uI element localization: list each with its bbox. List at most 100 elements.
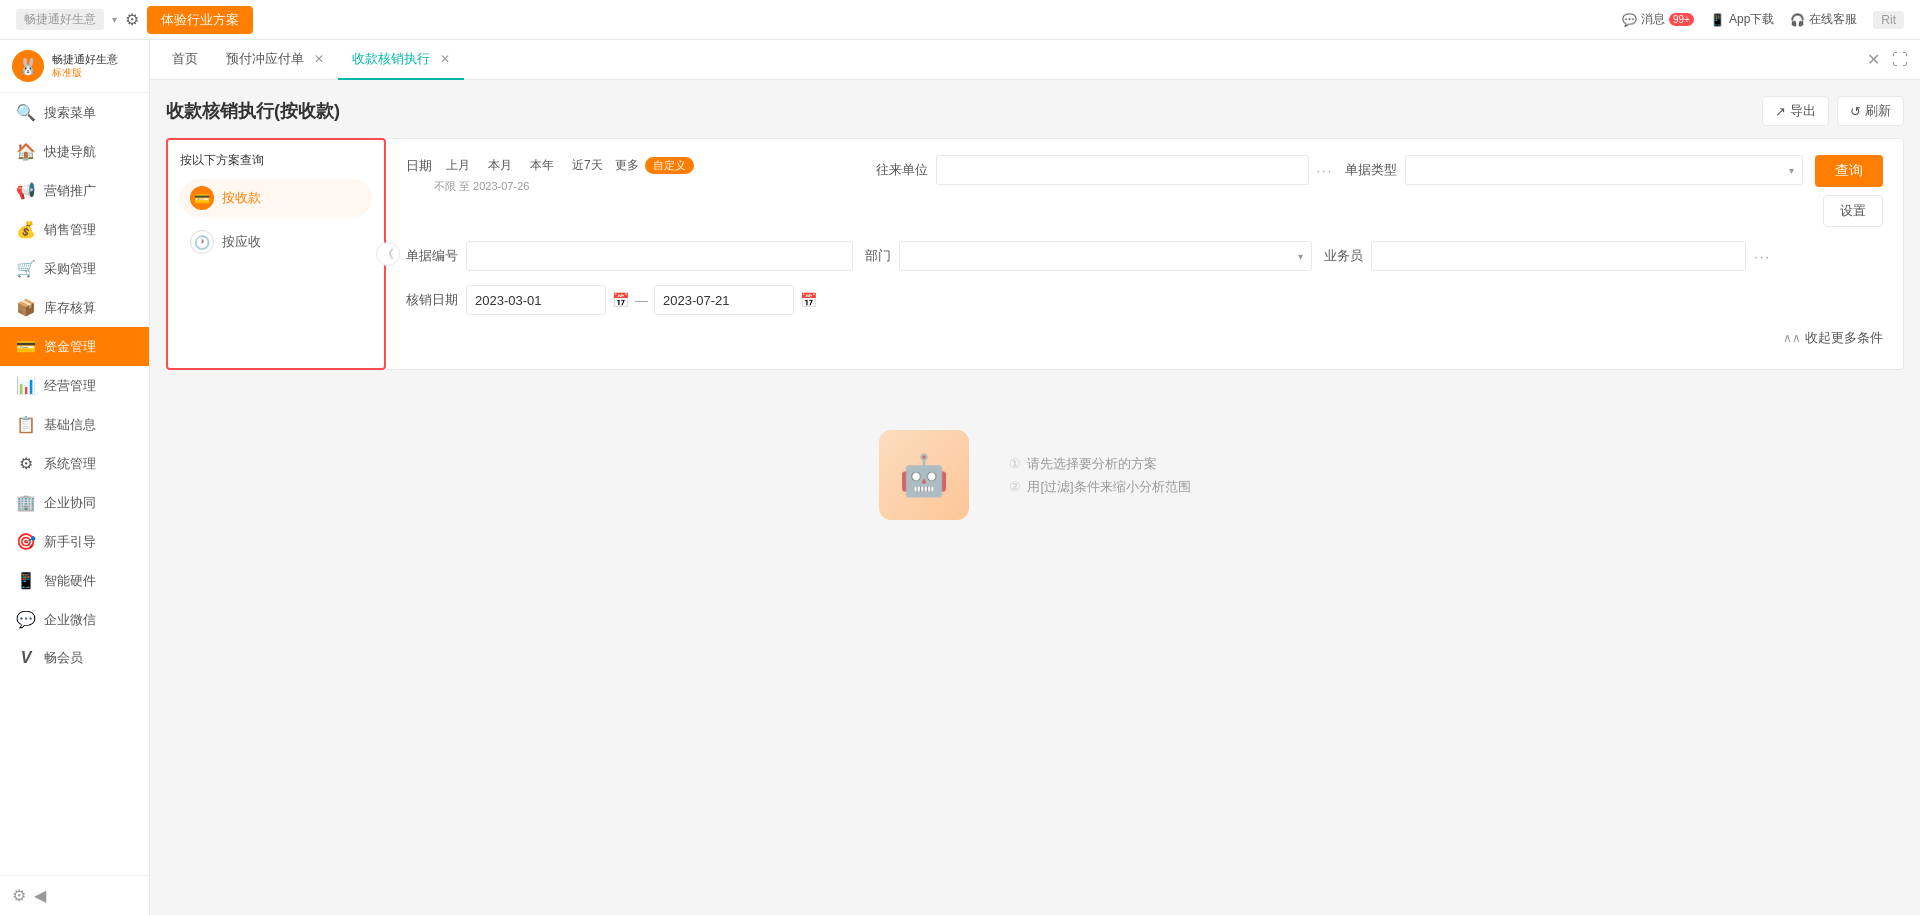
page-content: 收款核销执行(按收款) ↗ 导出 ↺ 刷新 按以下方案查询 (150, 80, 1920, 915)
sidebar-label-purchase: 采购管理 (44, 260, 96, 278)
filter-actions: 查询 设置 (1815, 155, 1883, 227)
tab-receipt-close-icon[interactable]: ✕ (440, 52, 450, 66)
operation-icon: 📊 (16, 376, 36, 395)
home-icon: 🏠 (16, 142, 36, 161)
brand-name: 畅捷通好生意 (16, 9, 104, 30)
settings-button[interactable]: 设置 (1823, 195, 1883, 227)
sidebar-item-basic-info[interactable]: 📋 基础信息 (0, 405, 149, 444)
offset-date-end-input[interactable] (654, 285, 794, 315)
sidebar-gear-icon[interactable]: ⚙ (12, 886, 26, 905)
sidebar-collapse-icon[interactable]: ◀ (34, 886, 46, 905)
sidebar-item-finance[interactable]: 💳 资金管理 (0, 327, 149, 366)
empty-hint-1-text: 请先选择要分析的方案 (1027, 452, 1157, 475)
collapse-more-button[interactable]: ∧∧ 收起更多条件 (406, 323, 1883, 353)
tab-prepay-offset[interactable]: 预付冲应付单 ✕ (212, 40, 338, 80)
system-icon: ⚙ (16, 454, 36, 473)
sidebar-item-search-menu[interactable]: 🔍 搜索菜单 (0, 93, 149, 132)
counterparty-input[interactable] (936, 155, 1309, 185)
offset-date-start-input[interactable] (466, 285, 606, 315)
empty-robot-icon: 🤖 (879, 430, 969, 520)
staff-input[interactable] (1371, 241, 1746, 271)
logo-icon: 🐰 (12, 50, 44, 82)
offset-date-end-cal-icon[interactable]: 📅 (800, 292, 817, 308)
date-btn-more[interactable]: 更多 (615, 157, 639, 174)
tab-receipt-label: 收款核销执行 (352, 50, 430, 68)
filter-option-by-receipt[interactable]: 💳 按收款 (180, 179, 372, 217)
sales-icon: 💰 (16, 220, 36, 239)
empty-num-1: ① (1009, 452, 1021, 475)
by-receipt-label: 按收款 (222, 189, 261, 207)
date-btn-last-month[interactable]: 上月 (440, 155, 476, 176)
sidebar-item-hardware[interactable]: 📱 智能硬件 (0, 561, 149, 600)
sidebar-label-inventory: 库存核算 (44, 299, 96, 317)
filter-right-panel: 日期 上月 本月 本年 近7天 更多 自定义 (386, 138, 1904, 370)
staff-dots-icon[interactable]: ··· (1754, 249, 1771, 264)
filter-field-date: 日期 上月 本月 本年 近7天 更多 自定义 (406, 155, 864, 176)
query-button[interactable]: 查询 (1815, 155, 1883, 187)
export-icon: ↗ (1775, 104, 1786, 119)
sidebar-label-search-menu: 搜索菜单 (44, 104, 96, 122)
sidebar-item-system[interactable]: ⚙ 系统管理 (0, 444, 149, 483)
tab-bar-close-icon[interactable]: ✕ (1863, 46, 1884, 73)
dept-select[interactable]: ▾ (899, 241, 1312, 271)
empty-num-2: ② (1009, 475, 1021, 498)
date-btn-this-year[interactable]: 本年 (524, 155, 560, 176)
filter-option-by-receivable[interactable]: 🕐 按应收 (180, 223, 372, 261)
sidebar-label-guide: 新手引导 (44, 533, 96, 551)
sidebar-item-enterprise[interactable]: 🏢 企业协同 (0, 483, 149, 522)
sidebar-label-operation: 经营管理 (44, 377, 96, 395)
date-dash: — (635, 293, 648, 308)
customer-service-button[interactable]: 🎧 在线客服 (1790, 11, 1857, 28)
sidebar-item-quick-nav[interactable]: 🏠 快捷导航 (0, 132, 149, 171)
sidebar-item-sales[interactable]: 💰 销售管理 (0, 210, 149, 249)
tab-receipt-offset[interactable]: 收款核销执行 ✕ (338, 40, 464, 80)
basic-info-icon: 📋 (16, 415, 36, 434)
collapse-more-icon: ∧∧ (1783, 331, 1801, 345)
sidebar-item-operation[interactable]: 📊 经营管理 (0, 366, 149, 405)
sidebar-label-quick-nav: 快捷导航 (44, 143, 96, 161)
top-bar-left: 畅捷通好生意 ▾ ⚙ 体验行业方案 (16, 6, 253, 34)
sidebar-bottom: ⚙ ◀ (0, 875, 149, 915)
sidebar-item-member[interactable]: V 畅会员 (0, 639, 149, 677)
offset-date-label: 核销日期 (406, 291, 458, 309)
date-custom-badge[interactable]: 自定义 (645, 157, 694, 174)
app-download-button[interactable]: 📱 App下载 (1710, 11, 1774, 28)
filter-row-1: 日期 上月 本月 本年 近7天 更多 自定义 (406, 155, 864, 176)
doc-type-select[interactable]: ▾ (1405, 155, 1803, 185)
guide-icon: 🎯 (16, 532, 36, 551)
chevron-down-icon[interactable]: ▾ (112, 14, 117, 25)
tab-bar: 首页 预付冲应付单 ✕ 收款核销执行 ✕ ✕ ⛶ (150, 40, 1920, 80)
sidebar-label-enterprise: 企业协同 (44, 494, 96, 512)
date-range-info: 不限 至 2023-07-26 (434, 180, 529, 192)
sidebar-item-wechat[interactable]: 💬 企业微信 (0, 600, 149, 639)
export-button[interactable]: ↗ 导出 (1762, 96, 1829, 126)
sidebar-item-marketing[interactable]: 📢 营销推广 (0, 171, 149, 210)
refresh-button[interactable]: ↺ 刷新 (1837, 96, 1904, 126)
sidebar-item-guide[interactable]: 🎯 新手引导 (0, 522, 149, 561)
purchase-icon: 🛒 (16, 259, 36, 278)
doc-no-input[interactable] (466, 241, 853, 271)
user-name[interactable]: Rit (1873, 11, 1904, 29)
tab-home[interactable]: 首页 (158, 40, 212, 80)
filter-collapse-button[interactable]: 《 (376, 242, 400, 266)
collapse-left-icon: 《 (382, 246, 394, 263)
message-label: 消息 (1641, 11, 1665, 28)
empty-hint-2: ② 用[过滤]条件来缩小分析范围 (1009, 475, 1190, 498)
solution-button[interactable]: 体验行业方案 (147, 6, 253, 34)
sidebar-label-wechat: 企业微信 (44, 611, 96, 629)
message-button[interactable]: 💬 消息 99+ (1622, 11, 1694, 28)
offset-date-start-cal-icon[interactable]: 📅 (612, 292, 629, 308)
tab-prepay-close-icon[interactable]: ✕ (314, 52, 324, 66)
app-download-label: App下载 (1729, 11, 1774, 28)
sidebar-item-inventory[interactable]: 📦 库存核算 (0, 288, 149, 327)
content-area: 首页 预付冲应付单 ✕ 收款核销执行 ✕ ✕ ⛶ 收款核销执行(按收款) (150, 40, 1920, 915)
date-btn-7days[interactable]: 近7天 (566, 155, 609, 176)
tab-bar-expand-icon[interactable]: ⛶ (1888, 47, 1912, 73)
sidebar-label-member: 畅会员 (44, 649, 83, 667)
app-icon: 📱 (1710, 13, 1725, 27)
date-btn-this-month[interactable]: 本月 (482, 155, 518, 176)
sidebar-item-purchase[interactable]: 🛒 采购管理 (0, 249, 149, 288)
by-receivable-label: 按应收 (222, 233, 261, 251)
settings-icon[interactable]: ⚙ (125, 10, 139, 29)
counterparty-dots-icon[interactable]: ··· (1317, 163, 1334, 178)
